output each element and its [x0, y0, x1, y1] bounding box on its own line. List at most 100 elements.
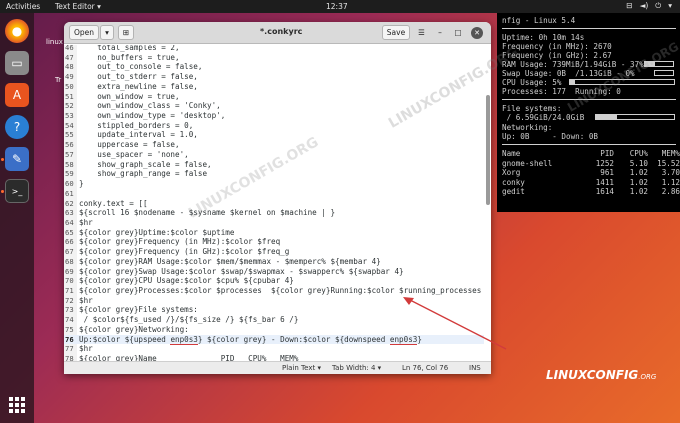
code-line[interactable]: 72 $hr [64, 296, 484, 306]
code-line[interactable]: 47 no_buffers = true, [64, 53, 484, 63]
code-line[interactable]: 57 use_spacer = 'none', [64, 150, 484, 160]
software-center-icon[interactable]: A [5, 83, 29, 107]
open-menu-button[interactable]: ▾ [100, 25, 114, 40]
code-line[interactable]: 59 show_graph_range = false [64, 169, 484, 179]
code-line[interactable]: 48 out_to_console = false, [64, 62, 484, 72]
desktop-home-folder[interactable]: linux [46, 38, 63, 46]
hamburger-menu-button[interactable]: ☰ [414, 25, 429, 40]
activities-button[interactable]: Activities [6, 2, 40, 11]
code-line[interactable]: 50 extra_newline = false, [64, 82, 484, 92]
code-line[interactable]: 51 own_window = true, [64, 92, 484, 102]
code-line[interactable]: 66 ${color grey}Frequency (in MHz):$color… [64, 237, 484, 247]
chevron-down-icon: ▾ [105, 28, 109, 37]
firefox-icon[interactable]: ● [5, 19, 29, 43]
save-button[interactable]: Save [382, 25, 410, 40]
desktop-icon-label: Tr [55, 76, 62, 84]
code-line[interactable]: 46 total_samples = 2, [64, 45, 484, 53]
conky-net-title: Networking: [502, 123, 553, 132]
active-indicator [1, 158, 4, 161]
code-line[interactable]: 62 conky.text = [[ [64, 199, 484, 209]
code-line[interactable]: 67 ${color grey}Frequency (in GHz):$color… [64, 247, 484, 257]
language-selector[interactable]: Plain Text ▾ [282, 364, 321, 372]
code-line[interactable]: 74 / $color${fs_used /}/${fs_size /} ${f… [64, 315, 484, 325]
terminal-icon[interactable]: >_ [5, 179, 29, 203]
line-text: } [79, 179, 84, 189]
desktop-trash[interactable]: Tr [55, 76, 61, 84]
line-text: own_window_type = 'desktop', [79, 111, 226, 121]
line-number: 52 [65, 101, 74, 111]
code-line[interactable]: 76 Up:$color ${upspeed enp0s3} ${color gr… [64, 334, 484, 345]
line-text: out_to_stderr = false, [79, 72, 198, 82]
code-line[interactable]: 75 ${color grey}Networking: [64, 325, 484, 335]
code-line[interactable]: 77 $hr [64, 344, 484, 354]
line-number: 55 [65, 130, 74, 140]
clock[interactable]: 12:37 [326, 2, 348, 11]
code-line[interactable]: 52 own_window_class = 'Conky', [64, 101, 484, 111]
active-indicator [1, 190, 4, 193]
maximize-button[interactable]: □ [452, 25, 464, 40]
code-line[interactable]: 71 ${color grey}Processes:$color $process… [64, 286, 484, 296]
code-line[interactable]: 64 $hr [64, 218, 484, 228]
volume-icon: ◄) [639, 1, 649, 10]
new-tab-icon: ⊞ [122, 28, 130, 37]
code-line[interactable]: 54 stippled_borders = 0, [64, 121, 484, 131]
code-line[interactable]: 49 out_to_stderr = false, [64, 72, 484, 82]
table-cell: Name [502, 149, 521, 158]
menu-icon: ☰ [418, 28, 425, 37]
code-line[interactable]: 68 ${color grey}RAM Usage:$color $mem/$me… [64, 257, 484, 267]
scrollbar[interactable] [486, 95, 490, 205]
code-line[interactable]: 53 own_window_type = 'desktop', [64, 111, 484, 121]
line-text: update_interval = 1.0, [79, 130, 198, 140]
code-line[interactable]: 61 [64, 189, 484, 199]
code-line[interactable]: 70 ${color grey}CPU Usage:$color $cpu% ${… [64, 276, 484, 286]
table-cell: 1.12 [661, 177, 680, 187]
code-line[interactable]: 78 ${color grey}Name PID CPU% MEM% [64, 354, 484, 361]
line-text: ${color grey}Frequency (in GHz):$color $… [79, 247, 290, 257]
minimize-button[interactable]: – [434, 25, 446, 40]
window-title: *.conkyrc [260, 27, 303, 36]
line-number: 50 [65, 81, 74, 91]
help-icon[interactable]: ? [5, 115, 29, 139]
tab-width-selector[interactable]: Tab Width: 4 ▾ [332, 364, 381, 372]
code-line[interactable]: 63 ${scroll 16 $nodename - $sysname $kern… [64, 208, 484, 218]
conky-swap: Swap Usage: 0B /1.13GiB - 0% [502, 69, 635, 78]
line-number: 71 [65, 285, 74, 295]
line-text: conky.text = [[ [79, 198, 148, 208]
line-number: 51 [65, 91, 74, 101]
code-line[interactable]: 60} [64, 179, 484, 189]
line-number: 65 [65, 227, 74, 237]
code-line[interactable]: 73 ${color grey}File systems: [64, 305, 484, 315]
files-icon[interactable]: ▭ [5, 51, 29, 75]
code-line[interactable]: 65 ${color grey}Uptime:$color $uptime [64, 228, 484, 238]
line-text: show_graph_scale = false, [79, 159, 212, 169]
line-number: 62 [65, 198, 74, 208]
line-number: 46 [65, 45, 74, 52]
text-editor-icon[interactable]: ✎ [5, 147, 29, 171]
code-line[interactable]: 56 uppercase = false, [64, 140, 484, 150]
open-button[interactable]: Open [69, 25, 99, 40]
table-cell: 5.10 [629, 159, 648, 168]
code-line[interactable]: 58 show_graph_scale = false, [64, 160, 484, 170]
code-line[interactable]: 69 ${color grey}Swap Usage:$color $swap/$… [64, 267, 484, 277]
conky-freq-ghz: Frequency (in GHz): 2.67 [502, 51, 612, 60]
app-menu[interactable]: Text Editor ▾ [55, 2, 101, 11]
code-line[interactable]: 55 update_interval = 1.0, [64, 130, 484, 140]
line-number: 54 [65, 120, 74, 130]
line-number: 72 [65, 295, 74, 305]
line-text: ${color grey}File systems: [79, 305, 198, 315]
new-document-button[interactable]: ⊞ [118, 25, 134, 40]
line-text: Up:$color ${upspeed enp0s3} ${color grey… [79, 334, 422, 345]
text-view[interactable]: 46 total_samples = 2, 47 no_buffers = tru… [64, 45, 491, 361]
line-number: 63 [65, 208, 74, 218]
line-text: ${color grey}Uptime:$color $uptime [79, 227, 235, 237]
text-editor-window: Open ▾ ⊞ *.conkyrc Save ☰ – □ ✕ 46 total… [64, 22, 491, 374]
close-button[interactable]: ✕ [471, 27, 483, 39]
table-cell: CPU% [629, 149, 648, 158]
conky-panel: nfig - Linux 5.4 Uptime: 0h 10m 14s Freq… [497, 13, 680, 212]
line-text: stippled_borders = 0, [79, 120, 194, 130]
system-menu[interactable]: ⊟ ◄) ⏻ ▾ [626, 1, 672, 11]
line-text: own_window = true, [79, 91, 180, 101]
line-text: out_to_console = false, [79, 62, 203, 72]
show-applications-icon[interactable] [9, 397, 25, 413]
table-cell: 1614 [595, 186, 614, 196]
